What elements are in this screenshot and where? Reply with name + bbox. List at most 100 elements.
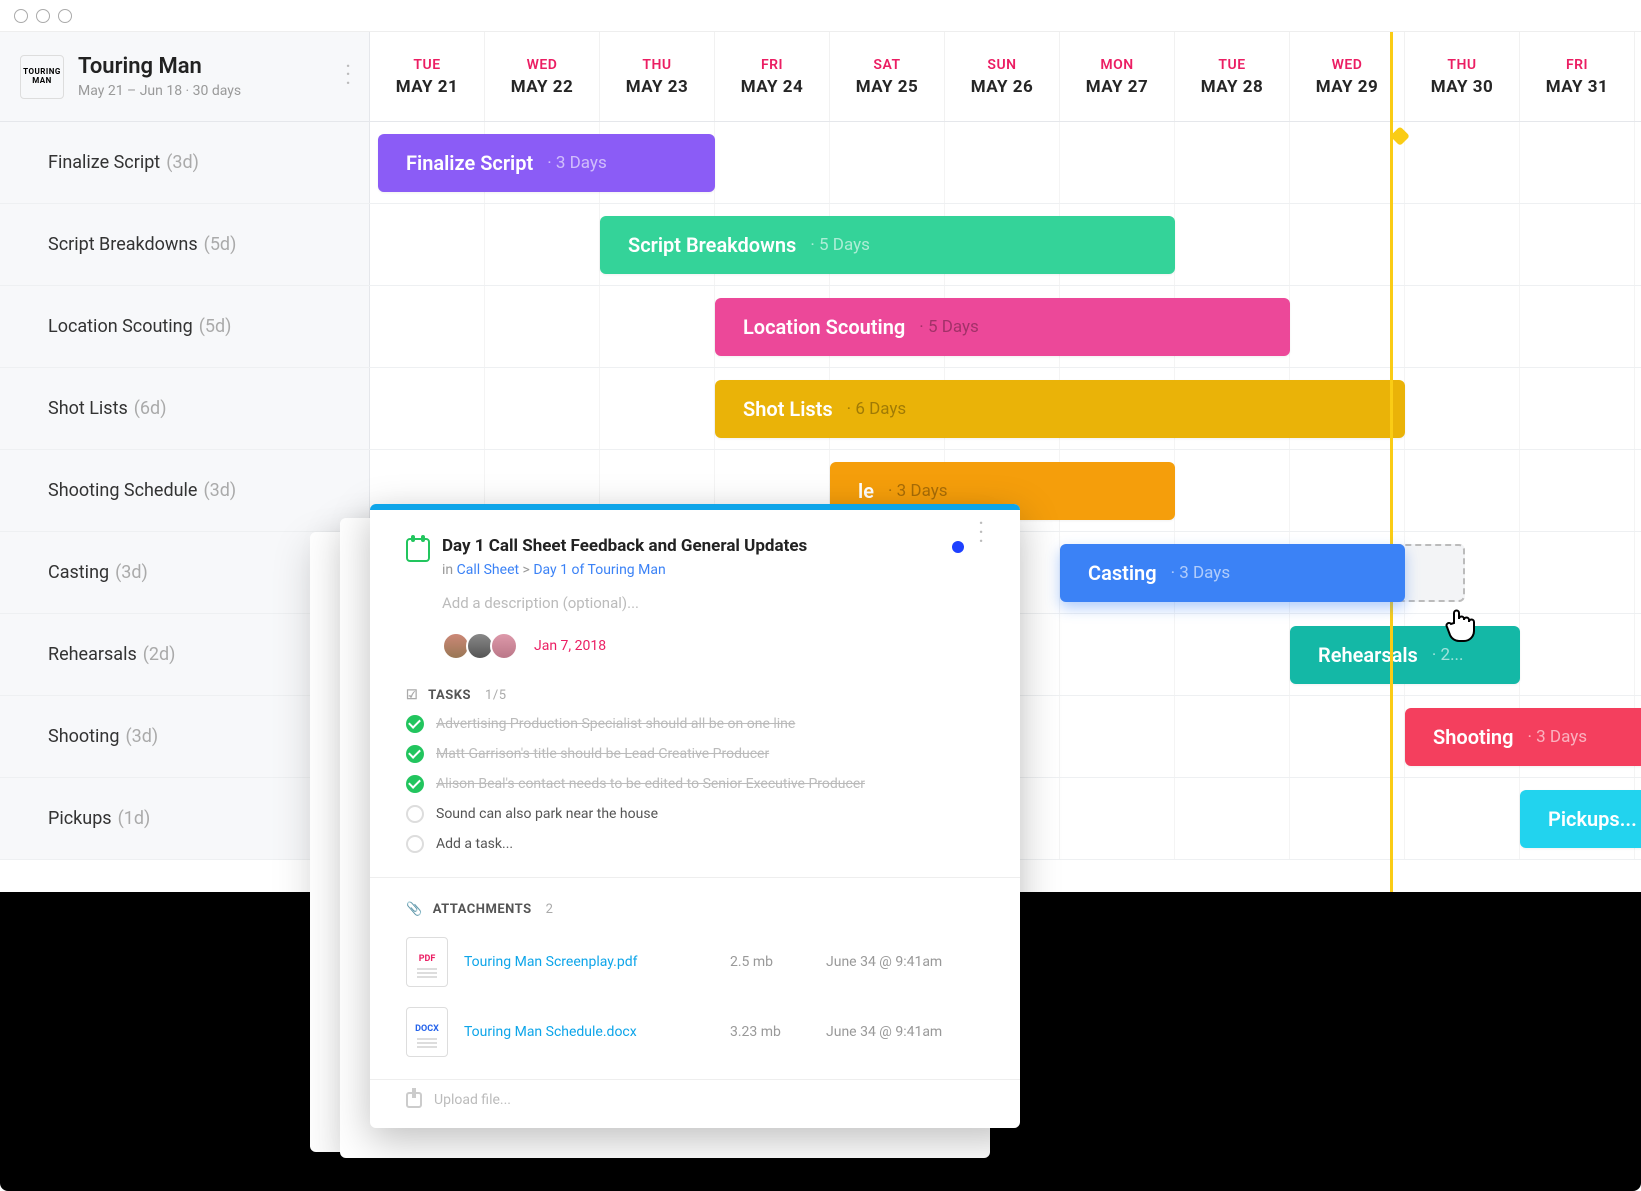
- day-of-week: THU: [1447, 57, 1476, 73]
- task-text: Advertising Production Specialist should…: [436, 716, 795, 732]
- bar-duration: 3 Days: [1527, 727, 1587, 747]
- calendar-icon: [406, 538, 430, 562]
- gantt-bar-pickups[interactable]: Pickups...: [1520, 790, 1641, 848]
- checkbox-icon[interactable]: [406, 715, 424, 733]
- attachment-date: June 34 @ 9:41am: [826, 954, 942, 970]
- row-timeline[interactable]: Shot Lists6 Days: [370, 368, 1641, 449]
- divider: [370, 1079, 1020, 1080]
- window-max-icon[interactable]: [58, 9, 72, 23]
- task-item[interactable]: Advertising Production Specialist should…: [406, 715, 984, 733]
- gantt-row: Script Breakdowns(5d) Script Breakdowns5 …: [0, 204, 1641, 286]
- calendar-header: TUEMAY 21WEDMAY 22THUMAY 23FRIMAY 24SATM…: [370, 32, 1641, 121]
- upload-file-button[interactable]: Upload file...: [406, 1092, 984, 1108]
- project-menu-icon[interactable]: ···: [345, 63, 351, 89]
- checkbox-icon[interactable]: [406, 805, 424, 823]
- day-of-week: FRI: [1566, 57, 1588, 73]
- checkbox-icon[interactable]: [406, 775, 424, 793]
- task-menu-icon[interactable]: ···: [978, 521, 984, 547]
- divider: [370, 877, 1020, 878]
- file-icon: DOCX: [406, 1007, 448, 1057]
- day-of-week: TUE: [413, 57, 440, 73]
- checklist-icon: ☑: [406, 688, 418, 703]
- bar-label: le: [858, 479, 874, 503]
- attachment-name[interactable]: Touring Man Schedule.docx: [464, 1024, 714, 1040]
- task-title[interactable]: Day 1 Call Sheet Feedback and General Up…: [442, 536, 984, 556]
- day-column-header[interactable]: SUNMAY 26: [945, 32, 1060, 121]
- paperclip-icon: 📎: [406, 902, 423, 917]
- gantt-bar-location[interactable]: Location Scouting5 Days: [715, 298, 1290, 356]
- file-icon: PDF: [406, 937, 448, 987]
- add-task-input[interactable]: Add a task...: [406, 835, 984, 853]
- gantt-bar-finalize[interactable]: Finalize Script 3 Days: [378, 134, 715, 192]
- description-input[interactable]: Add a description (optional)...: [442, 594, 984, 612]
- day-column-header[interactable]: THUMAY 23: [600, 32, 715, 121]
- date-label: MAY 26: [971, 77, 1034, 97]
- attachment-name[interactable]: Touring Man Screenplay.pdf: [464, 954, 714, 970]
- gantt-bar-shotlists[interactable]: Shot Lists6 Days: [715, 380, 1405, 438]
- date-label: MAY 31: [1546, 77, 1609, 97]
- task-item[interactable]: Sound can also park near the house: [406, 805, 984, 823]
- crumb-call-sheet[interactable]: Call Sheet: [457, 562, 519, 578]
- day-column-header[interactable]: TUE MAY 21: [370, 32, 485, 121]
- attachments-label: ATTACHMENTS: [433, 902, 532, 917]
- row-label[interactable]: Script Breakdowns(5d): [0, 204, 370, 285]
- date-label: MAY 21: [396, 77, 459, 97]
- row-timeline[interactable]: Finalize Script 3 Days: [370, 122, 1641, 203]
- bar-label: Finalize Script: [406, 151, 533, 175]
- gantt-row: Location Scouting(5d) Location Scouting5 …: [0, 286, 1641, 368]
- task-item[interactable]: Alison Beal's contact needs to be edited…: [406, 775, 984, 793]
- date-label: MAY 28: [1201, 77, 1264, 97]
- task-text: Sound can also park near the house: [436, 806, 658, 822]
- avatar[interactable]: [490, 632, 518, 660]
- task-item[interactable]: Matt Garrison's title should be Lead Cre…: [406, 745, 984, 763]
- bar-duration: 3 Days: [1171, 563, 1231, 583]
- day-column-header[interactable]: SATMAY 25: [830, 32, 945, 121]
- row-label[interactable]: Shot Lists(6d): [0, 368, 370, 449]
- bar-label: Script Breakdowns: [628, 233, 796, 257]
- row-timeline[interactable]: Location Scouting5 Days: [370, 286, 1641, 367]
- attachments-count: 2: [546, 902, 554, 917]
- checkbox-empty-icon: [406, 835, 424, 853]
- due-date[interactable]: Jan 7, 2018: [534, 638, 606, 654]
- status-dot-icon[interactable]: [952, 541, 964, 553]
- day-column-header[interactable]: MONMAY 27: [1060, 32, 1175, 121]
- gantt-bar-rehearsals[interactable]: Rehearsals 2...: [1290, 626, 1520, 684]
- attachment-item[interactable]: PDF Touring Man Screenplay.pdf 2.5 mb Ju…: [406, 927, 984, 997]
- row-label[interactable]: Finalize Script(3d): [0, 122, 370, 203]
- date-label: MAY 27: [1086, 77, 1149, 97]
- task-text: Matt Garrison's title should be Lead Cre…: [436, 746, 769, 762]
- bar-duration: 3 Days: [547, 153, 607, 173]
- row-label[interactable]: Shooting Schedule(3d): [0, 450, 370, 531]
- gantt-bar-breakdowns[interactable]: Script Breakdowns5 Days: [600, 216, 1175, 274]
- date-label: MAY 24: [741, 77, 804, 97]
- bar-label: Rehearsals: [1318, 643, 1418, 667]
- attachment-size: 2.5 mb: [730, 954, 810, 970]
- date-label: MAY 23: [626, 77, 689, 97]
- attachment-date: June 34 @ 9:41am: [826, 1024, 942, 1040]
- playhead-line: [1390, 32, 1393, 892]
- day-of-week: TUE: [1218, 57, 1245, 73]
- window-close-icon[interactable]: [14, 9, 28, 23]
- modal-actions: ···: [952, 534, 984, 560]
- day-column-header[interactable]: WEDMAY 29: [1290, 32, 1405, 121]
- assignees: Jan 7, 2018: [442, 632, 984, 660]
- gantt-bar-shooting[interactable]: Shooting3 Days: [1405, 708, 1641, 766]
- bar-label: Shot Lists: [743, 397, 833, 421]
- bar-duration: 2...: [1432, 645, 1464, 665]
- day-column-header[interactable]: FRI MAY 31: [1520, 32, 1635, 121]
- project-cell[interactable]: TOURING MAN Touring Man May 21 – Jun 18 …: [0, 32, 370, 121]
- window-min-icon[interactable]: [36, 9, 50, 23]
- day-column-header[interactable]: WEDMAY 22: [485, 32, 600, 121]
- date-label: MAY 22: [511, 77, 574, 97]
- row-label[interactable]: Location Scouting(5d): [0, 286, 370, 367]
- day-column-header[interactable]: FRIMAY 24: [715, 32, 830, 121]
- gantt-bar-casting[interactable]: Casting3 Days: [1060, 544, 1405, 602]
- day-column-header[interactable]: THUMAY 30: [1405, 32, 1520, 121]
- task-text: Alison Beal's contact needs to be edited…: [436, 776, 865, 792]
- attachment-item[interactable]: DOCX Touring Man Schedule.docx 3.23 mb J…: [406, 997, 984, 1067]
- checkbox-icon[interactable]: [406, 745, 424, 763]
- row-timeline[interactable]: Script Breakdowns5 Days: [370, 204, 1641, 285]
- tasks-count: 1/5: [485, 688, 506, 703]
- crumb-day-1[interactable]: Day 1 of Touring Man: [533, 562, 665, 578]
- day-column-header[interactable]: TUE MAY 28: [1175, 32, 1290, 121]
